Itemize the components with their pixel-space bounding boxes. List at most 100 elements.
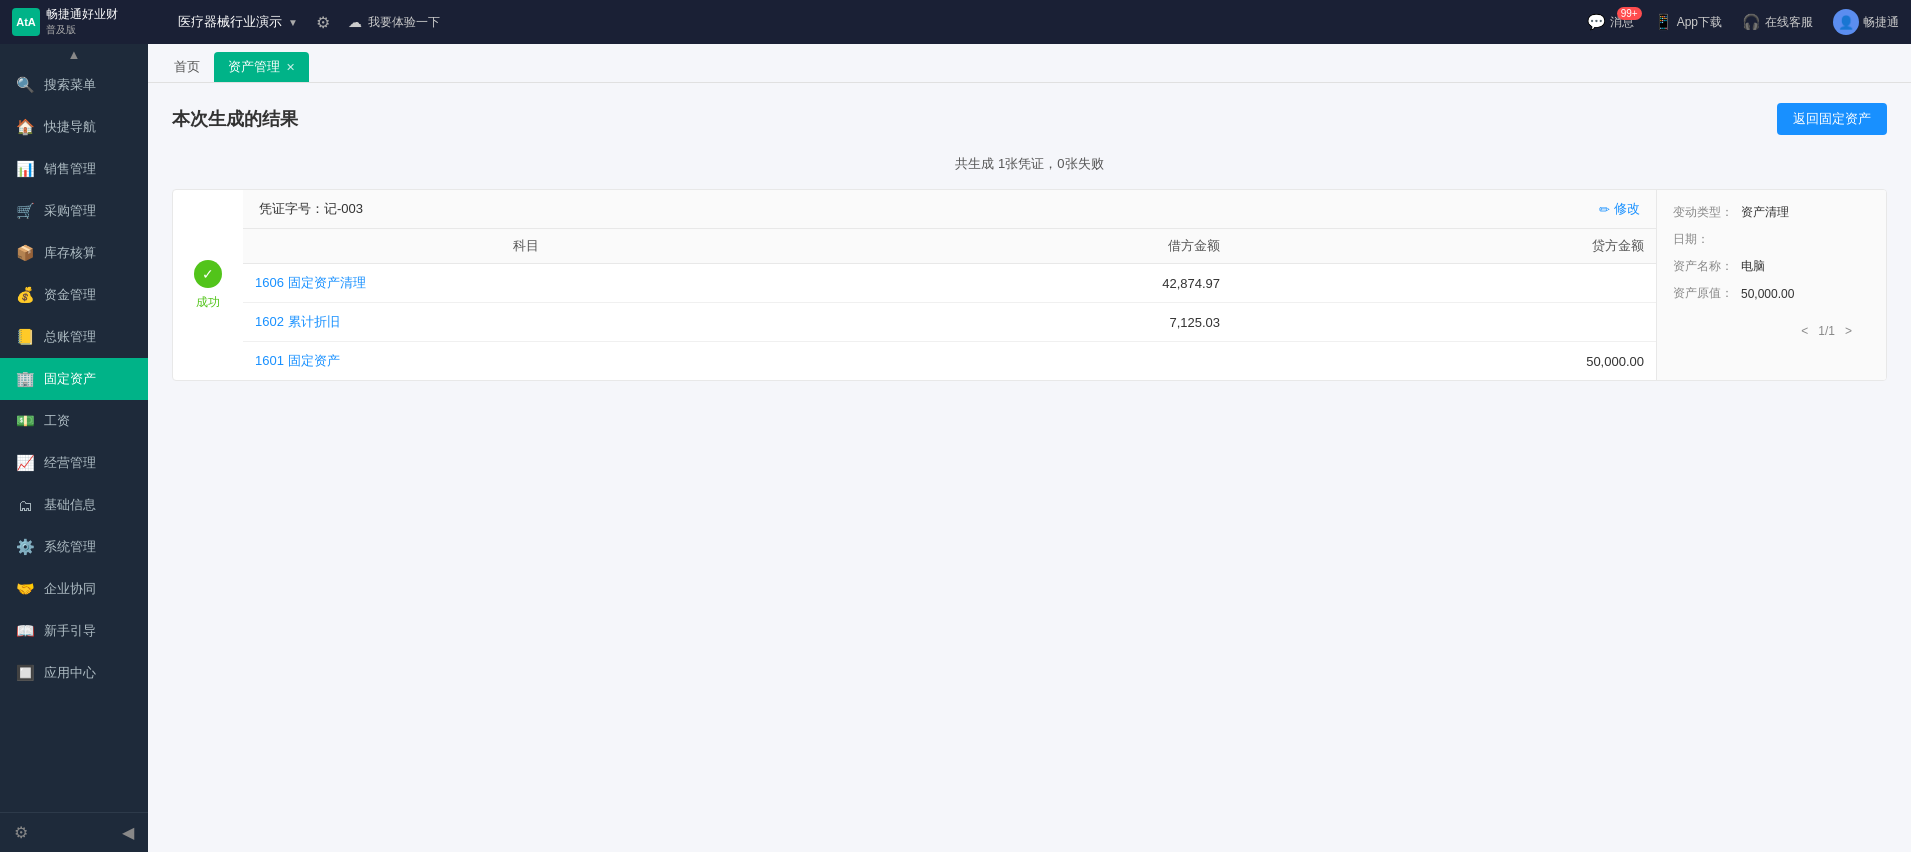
settings-icon[interactable]: ⚙ — [308, 7, 338, 37]
top-header: AtA 畅捷通好业财 普及版 医疗器械行业演示 ▼ ⚙ ☁ 我要体验一下 💬 消… — [0, 0, 1911, 44]
sidebar-icon-finance: 💰 — [16, 286, 34, 304]
header-right: 💬 消息 99+ 📱 App下载 🎧 在线客服 👤 畅捷通 — [1587, 9, 1899, 35]
sidebar-item-sales[interactable]: 📊 销售管理 — [0, 148, 148, 190]
voucher-card: ✓ 成功 凭证字号：记-003 ✏ 修改 — [172, 189, 1887, 381]
tab-bar: 首页 资产管理 ✕ — [148, 44, 1911, 83]
asset-value-label: 资产原值： — [1673, 285, 1733, 302]
pagination: < 1/1 > — [1673, 312, 1870, 350]
prev-page-button[interactable]: < — [1797, 322, 1812, 340]
sidebar-item-payroll[interactable]: 💵 工资 — [0, 400, 148, 442]
col-debit: 借方金额 — [808, 229, 1232, 264]
debit-cell — [808, 342, 1232, 381]
sidebar-icon-sys-mgmt: ⚙️ — [16, 538, 34, 556]
tab-asset-mgmt[interactable]: 资产管理 ✕ — [214, 52, 309, 82]
side-asset-value-row: 资产原值： 50,000.00 — [1673, 285, 1870, 302]
messages-badge: 99+ — [1617, 7, 1642, 20]
return-button[interactable]: 返回固定资产 — [1777, 103, 1887, 135]
sidebar-item-purchase[interactable]: 🛒 采购管理 — [0, 190, 148, 232]
sidebar-label-corp-collab: 企业协同 — [44, 580, 96, 598]
voucher-header: 凭证字号：记-003 ✏ 修改 — [243, 190, 1656, 229]
sidebar-bottom: ⚙ ◀ — [0, 812, 148, 852]
sidebar-label-inventory: 库存核算 — [44, 244, 96, 262]
sidebar-label-finance: 资金管理 — [44, 286, 96, 304]
chevron-down-icon: ▼ — [288, 17, 298, 28]
sidebar-label-sales: 销售管理 — [44, 160, 96, 178]
messages-button[interactable]: 💬 消息 99+ — [1587, 13, 1634, 31]
sidebar-icon-guide: 📖 — [16, 622, 34, 640]
next-page-button[interactable]: > — [1841, 322, 1856, 340]
sidebar-item-inventory[interactable]: 📦 库存核算 — [0, 232, 148, 274]
sidebar-item-quick-nav[interactable]: 🏠 快捷导航 — [0, 106, 148, 148]
sidebar-label-fixed-assets: 固定资产 — [44, 370, 96, 388]
user-menu[interactable]: 👤 畅捷通 — [1833, 9, 1899, 35]
tab-close-icon[interactable]: ✕ — [286, 61, 295, 74]
table-row: 1601 固定资产 50,000.00 — [243, 342, 1656, 381]
sidebar-item-search[interactable]: 🔍 搜索菜单 — [0, 64, 148, 106]
sidebar-label-payroll: 工资 — [44, 412, 70, 430]
logo-icon: AtA — [12, 8, 40, 36]
cloud-icon: ☁ — [348, 14, 362, 30]
sidebar-item-ops[interactable]: 📈 经营管理 — [0, 442, 148, 484]
account-cell: 1606 固定资产清理 — [243, 264, 808, 303]
sidebar-label-purchase: 采购管理 — [44, 202, 96, 220]
sidebar-label-ops: 经营管理 — [44, 454, 96, 472]
side-date-row: 日期： — [1673, 231, 1870, 248]
page-title: 本次生成的结果 — [172, 107, 298, 131]
edit-button[interactable]: ✏ 修改 — [1599, 200, 1640, 218]
collapse-sidebar-icon[interactable]: ◀ — [122, 823, 134, 842]
success-icon: ✓ — [194, 260, 222, 288]
sidebar-item-corp-collab[interactable]: 🤝 企业协同 — [0, 568, 148, 610]
settings-bottom-icon[interactable]: ⚙ — [14, 823, 28, 842]
voucher-main: 凭证字号：记-003 ✏ 修改 科目 借方金额 贷方金额 — [243, 190, 1656, 380]
sidebar-icon-corp-collab: 🤝 — [16, 580, 34, 598]
change-type-label: 变动类型： — [1673, 204, 1733, 221]
side-asset-name-row: 资产名称： 电脑 — [1673, 258, 1870, 275]
workspace-selector[interactable]: 医疗器械行业演示 ▼ — [168, 9, 308, 35]
sidebar-icon-inventory: 📦 — [16, 244, 34, 262]
headset-icon: 🎧 — [1742, 13, 1761, 31]
experience-button[interactable]: ☁ 我要体验一下 — [338, 10, 450, 35]
asset-name-label: 资产名称： — [1673, 258, 1733, 275]
sidebar-item-sys-mgmt[interactable]: ⚙️ 系统管理 — [0, 526, 148, 568]
sidebar-item-ledger[interactable]: 📒 总账管理 — [0, 316, 148, 358]
account-cell: 1602 累计折旧 — [243, 303, 808, 342]
date-label: 日期： — [1673, 231, 1725, 248]
summary-text: 共生成 1张凭证，0张失败 — [172, 155, 1887, 173]
sidebar-scroll-up[interactable]: ▲ — [0, 44, 148, 64]
table-row: 1606 固定资产清理 42,874.97 — [243, 264, 1656, 303]
sidebar-item-fixed-assets[interactable]: 🏢 固定资产 — [0, 358, 148, 400]
sidebar-icon-payroll: 💵 — [16, 412, 34, 430]
sidebar-icon-sales: 📊 — [16, 160, 34, 178]
debit-cell: 7,125.03 — [808, 303, 1232, 342]
sidebar-icon-ledger: 📒 — [16, 328, 34, 346]
col-account: 科目 — [243, 229, 808, 264]
sidebar-item-base-info[interactable]: 🗂 基础信息 — [0, 484, 148, 526]
main-layout: ▲ 🔍 搜索菜单🏠 快捷导航📊 销售管理🛒 采购管理📦 库存核算💰 资金管理📒 … — [0, 44, 1911, 852]
app-download-button[interactable]: 📱 App下载 — [1654, 13, 1722, 31]
sidebar-item-finance[interactable]: 💰 资金管理 — [0, 274, 148, 316]
online-service-button[interactable]: 🎧 在线客服 — [1742, 13, 1813, 31]
content-area: 首页 资产管理 ✕ 本次生成的结果 返回固定资产 共生成 1张凭证，0张失败 ✓ — [148, 44, 1911, 852]
logo-area: AtA 畅捷通好业财 普及版 — [12, 7, 160, 37]
debit-cell: 42,874.97 — [808, 264, 1232, 303]
status-column: ✓ 成功 — [173, 190, 243, 380]
page-content: 本次生成的结果 返回固定资产 共生成 1张凭证，0张失败 ✓ 成功 凭证字号：记… — [148, 83, 1911, 852]
workspace-name: 医疗器械行业演示 — [178, 13, 282, 31]
online-service-label: 在线客服 — [1765, 14, 1813, 31]
credit-cell — [1232, 303, 1656, 342]
col-credit: 贷方金额 — [1232, 229, 1656, 264]
tab-home[interactable]: 首页 — [164, 52, 210, 82]
message-icon: 💬 — [1587, 13, 1606, 31]
voucher-side-panel: 变动类型： 资产清理 日期： 资产名称： 电脑 资产原值： 50,000.00 — [1656, 190, 1886, 380]
avatar-icon: 👤 — [1838, 15, 1854, 30]
sidebar-item-guide[interactable]: 📖 新手引导 — [0, 610, 148, 652]
credit-cell — [1232, 264, 1656, 303]
change-type-value: 资产清理 — [1741, 204, 1789, 221]
voucher-number: 凭证字号：记-003 — [259, 200, 363, 218]
sidebar-item-app-center[interactable]: 🔲 应用中心 — [0, 652, 148, 694]
app-name: 畅捷通好业财 — [46, 7, 118, 23]
asset-name-value: 电脑 — [1741, 258, 1765, 275]
sidebar-label-quick-nav: 快捷导航 — [44, 118, 96, 136]
app-edition: 普及版 — [46, 23, 118, 37]
credit-cell: 50,000.00 — [1232, 342, 1656, 381]
